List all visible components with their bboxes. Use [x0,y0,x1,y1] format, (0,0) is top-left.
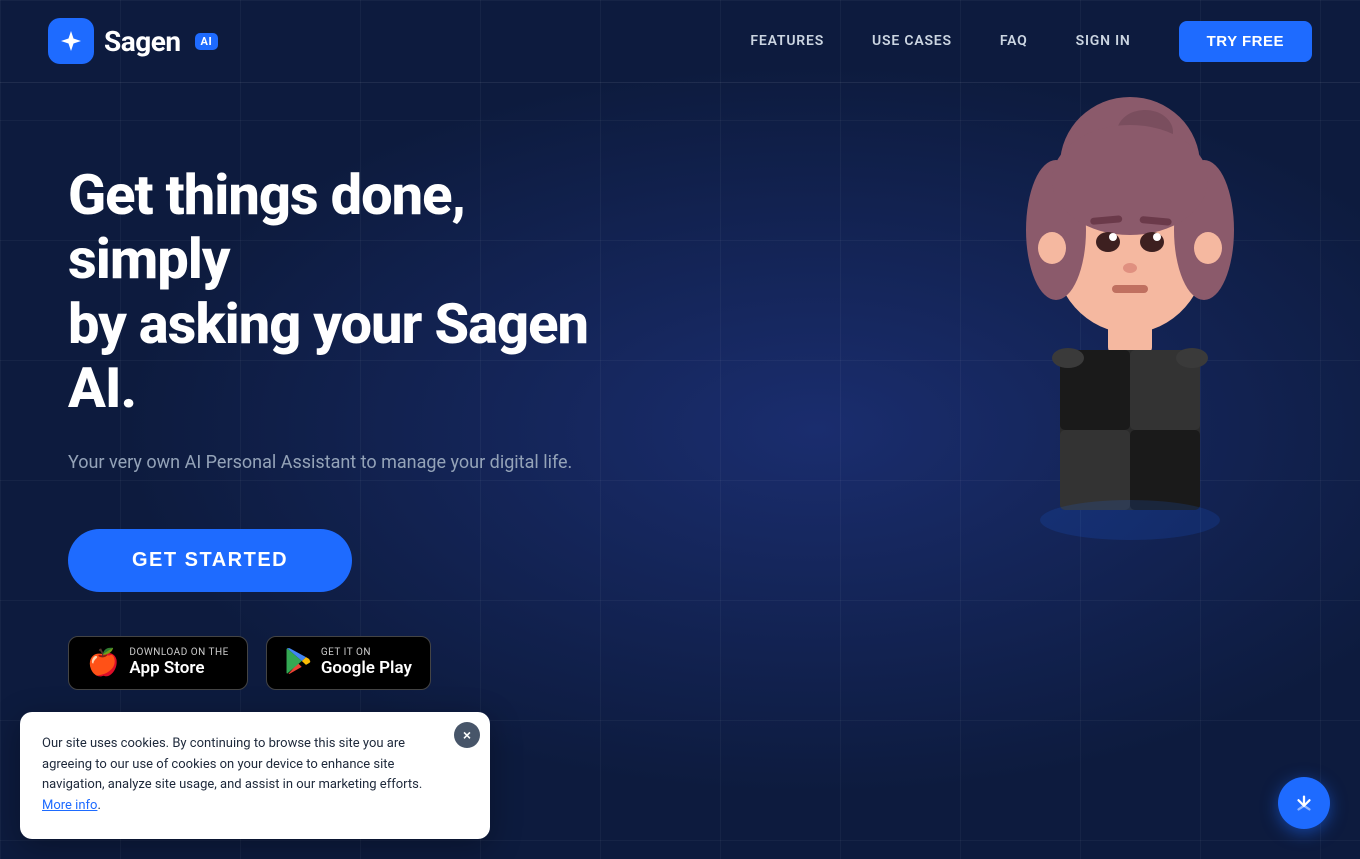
hero-headline: Get things done, simply by asking your S… [68,163,632,421]
nav-sign-in[interactable]: SIGN IN [1076,33,1131,49]
cookie-banner: × Our site uses cookies. By continuing t… [20,712,490,839]
try-free-button[interactable]: TRY FREE [1179,21,1312,62]
ai-avatar [960,90,1300,590]
logo[interactable]: Sagen AI [48,18,218,64]
store-badges: 🍎 Download on the App Store GET IT ON Go… [68,636,632,689]
hero-section: Get things done, simply by asking your S… [0,83,700,690]
app-store-text: Download on the App Store [129,647,228,678]
navbar: Sagen AI FEATURES USE CASES FAQ SIGN IN … [0,0,1360,83]
logo-icon [48,18,94,64]
app-store-pre-label: Download on the [129,647,228,658]
hero-subtext: Your very own AI Personal Assistant to m… [68,449,632,478]
get-started-button[interactable]: GET STARTED [68,529,352,592]
hero-headline-line1: Get things done, simply [68,162,465,292]
google-play-pre-label: GET IT ON [321,647,412,658]
apple-icon: 🍎 [87,650,119,676]
hero-headline-line2: by asking your Sagen AI. [68,291,588,421]
logo-badge: AI [195,33,219,50]
scroll-down-icon [1293,792,1315,814]
google-play-label: Google Play [321,658,412,678]
nav-features[interactable]: FEATURES [750,33,824,49]
app-store-badge[interactable]: 🍎 Download on the App Store [68,636,248,689]
logo-wordmark: Sagen [104,25,181,58]
google-play-text: GET IT ON Google Play [321,647,412,678]
nav-faq[interactable]: FAQ [1000,33,1028,49]
nav-links: FEATURES USE CASES FAQ SIGN IN TRY FREE [750,21,1312,62]
app-store-label: App Store [129,658,228,678]
google-play-icon [285,648,311,679]
cookie-close-button[interactable]: × [454,722,480,748]
cookie-more-info-link[interactable]: More info [42,798,97,813]
scroll-down-fab[interactable] [1278,777,1330,829]
cookie-text: Our site uses cookies. By continuing to … [42,736,422,793]
nav-use-cases[interactable]: USE CASES [872,33,952,49]
google-play-badge[interactable]: GET IT ON Google Play [266,636,431,689]
